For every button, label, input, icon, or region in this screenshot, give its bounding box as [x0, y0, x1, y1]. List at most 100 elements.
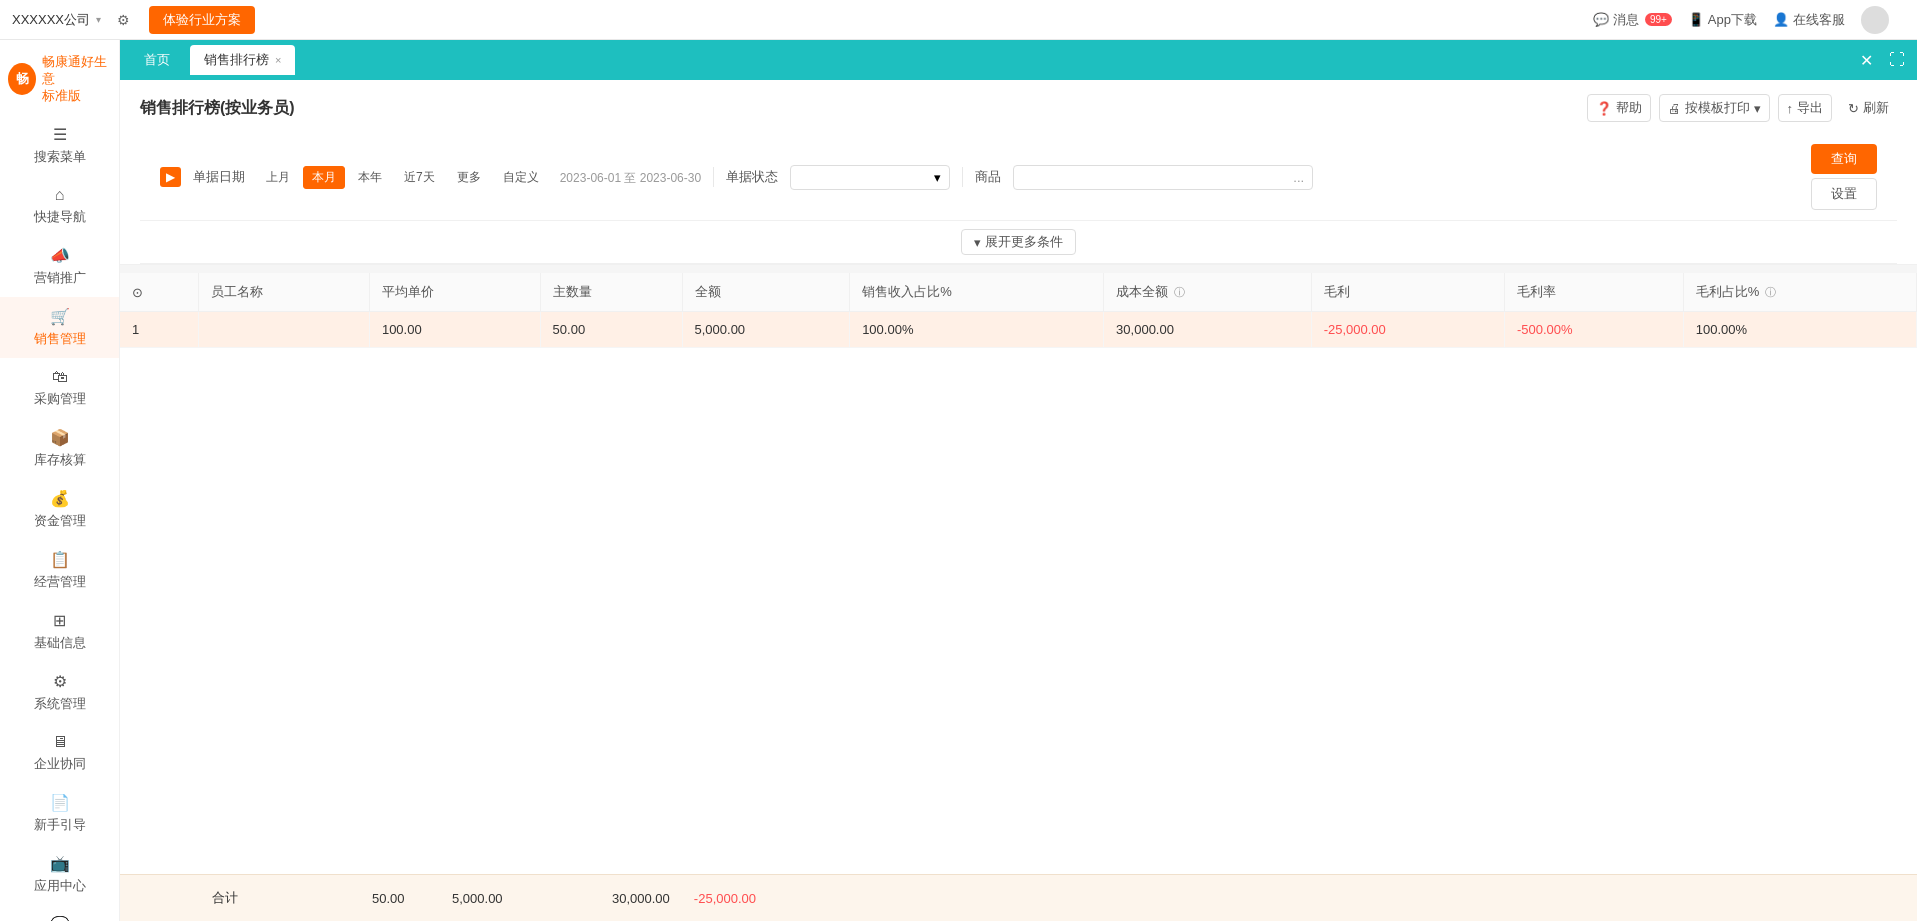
data-table: ⊙ 员工名称 平均单价 主数量 全额 [120, 273, 1917, 348]
company-chevron-icon: ▾ [96, 14, 101, 25]
marketing-icon: 📣 [50, 246, 70, 265]
app-download-button[interactable]: 📱 App下载 [1688, 11, 1757, 29]
col-gross[interactable]: 毛利 [1311, 273, 1504, 312]
help-button[interactable]: ❓ 帮助 [1587, 94, 1651, 122]
footer-avg-price [280, 892, 360, 904]
company-selector[interactable]: XXXXXX公司 ▾ [12, 11, 101, 29]
col-sales-pct[interactable]: 销售收入占比% [850, 273, 1104, 312]
print-button[interactable]: 🖨 按模板打印 ▾ [1659, 94, 1770, 122]
trial-button[interactable]: 体验行业方案 [149, 6, 255, 34]
basic-info-icon: ⊞ [53, 611, 66, 630]
sidebar-label-marketing: 营销推广 [34, 269, 86, 287]
col-qty[interactable]: 主数量 [540, 273, 682, 312]
purchase-icon: 🛍 [52, 368, 68, 386]
export-button[interactable]: ↑ 导出 [1778, 94, 1833, 122]
sidebar-item-guide[interactable]: 📄 新手引导 [0, 783, 119, 844]
goods-input[interactable]: ... [1013, 165, 1313, 190]
col-avg-price[interactable]: 平均单价 [369, 273, 540, 312]
goods-filter-label: 商品 [975, 168, 1001, 186]
tab-expand-icon[interactable]: ⛶ [1885, 47, 1909, 73]
inventory-icon: 📦 [50, 428, 70, 447]
date-btn-this-month[interactable]: 本月 [303, 166, 345, 189]
expand-chevron-icon: ▾ [974, 235, 981, 250]
tab-bar-actions: ✕ ⛶ [1856, 47, 1909, 74]
refresh-icon: ↻ [1848, 101, 1859, 116]
sidebar-item-marketing[interactable]: 📣 营销推广 [0, 236, 119, 297]
cell-rank: 1 [120, 312, 199, 348]
date-btn-more[interactable]: 更多 [448, 166, 490, 189]
tab-sales-ranking[interactable]: 销售排行榜 × [190, 45, 295, 75]
sidebar-item-search[interactable]: ☰ 搜索菜单 [0, 115, 119, 176]
cost-info-icon[interactable]: ⓘ [1174, 286, 1185, 298]
system-icon: ⚙ [53, 672, 67, 691]
tab-home[interactable]: 首页 [128, 40, 186, 80]
refresh-label: 刷新 [1863, 99, 1889, 117]
col-cost[interactable]: 成本全额 ⓘ [1104, 273, 1312, 312]
service-icon: 👤 [1773, 12, 1789, 27]
cell-cost: 30,000.00 [1104, 312, 1312, 348]
sidebar: 畅 畅康通好生意 标准版 ☰ 搜索菜单 ⌂ 快捷导航 📣 营销推广 🛒 销售管理… [0, 40, 120, 921]
table-wrap: ⊙ 员工名称 平均单价 主数量 全额 [120, 273, 1917, 874]
tab-close-all-icon[interactable]: ✕ [1856, 47, 1877, 74]
sidebar-label-guide: 新手引导 [34, 816, 86, 834]
sidebar-item-sales[interactable]: 🛒 销售管理 [0, 297, 119, 358]
sidebar-label-management: 经营管理 [34, 573, 86, 591]
sidebar-item-wechat[interactable]: 💬 企业微信 [0, 905, 119, 921]
sidebar-item-nav[interactable]: ⌂ 快捷导航 [0, 176, 119, 236]
export-icon: ↑ [1787, 101, 1794, 116]
expand-more-button[interactable]: ▾ 展开更多条件 [961, 229, 1076, 255]
tab-bar: 首页 销售排行榜 × ✕ ⛶ [120, 40, 1917, 80]
date-btn-this-year[interactable]: 本年 [349, 166, 391, 189]
footer-label: 合计 [200, 883, 280, 913]
sidebar-item-purchase[interactable]: 🛍 采购管理 [0, 358, 119, 418]
footer-empty-rank [120, 892, 200, 904]
cell-sales-pct: 100.00% [850, 312, 1104, 348]
col-amount[interactable]: 全额 [682, 273, 850, 312]
sales-icon: 🛒 [50, 307, 70, 326]
message-icon: 💬 [1593, 12, 1609, 27]
finance-icon: 💰 [50, 489, 70, 508]
message-button[interactable]: 💬 消息 99+ [1593, 11, 1672, 29]
wechat-icon: 💬 [50, 915, 70, 921]
sidebar-label-collab: 企业协同 [34, 755, 86, 773]
sidebar-item-inventory[interactable]: 📦 库存核算 [0, 418, 119, 479]
expand-more-label: 展开更多条件 [985, 233, 1063, 251]
footer-cost: 30,000.00 [600, 885, 682, 912]
gross-pct-info-icon[interactable]: ⓘ [1765, 286, 1776, 298]
sidebar-item-appstore[interactable]: 📺 应用中心 [0, 844, 119, 905]
sidebar-item-management[interactable]: 📋 经营管理 [0, 540, 119, 601]
date-filter-label: 单据日期 [193, 168, 245, 186]
sidebar-item-finance[interactable]: 💰 资金管理 [0, 479, 119, 540]
refresh-button[interactable]: ↻ 刷新 [1840, 95, 1897, 121]
export-label: 导出 [1797, 99, 1823, 117]
sidebar-item-collab[interactable]: 🖥 企业协同 [0, 723, 119, 783]
online-service-button[interactable]: 👤 在线客服 [1773, 11, 1845, 29]
sidebar-label-sales: 销售管理 [34, 330, 86, 348]
col-gross-rate[interactable]: 毛利率 [1504, 273, 1683, 312]
date-btn-7days[interactable]: 近7天 [395, 166, 444, 189]
sidebar-item-system[interactable]: ⚙ 系统管理 [0, 662, 119, 723]
footer-sales-pct [520, 892, 600, 904]
cell-qty: 50.00 [540, 312, 682, 348]
goods-more-icon[interactable]: ... [1293, 170, 1304, 185]
settings-icon[interactable]: ⚙ [109, 6, 137, 34]
query-button[interactable]: 查询 [1811, 144, 1877, 174]
avatar[interactable] [1861, 6, 1889, 34]
cell-amount: 5,000.00 [682, 312, 850, 348]
main-layout: 畅 畅康通好生意 标准版 ☰ 搜索菜单 ⌂ 快捷导航 📣 营销推广 🛒 销售管理… [0, 40, 1917, 921]
filter-expand-icon[interactable]: ▶ [160, 167, 181, 187]
date-btn-custom[interactable]: 自定义 [494, 166, 548, 189]
status-select[interactable]: ▾ [790, 165, 950, 190]
date-btn-prev-month[interactable]: 上月 [257, 166, 299, 189]
sidebar-label-inventory: 库存核算 [34, 451, 86, 469]
col-gross-pct[interactable]: 毛利占比% ⓘ [1683, 273, 1916, 312]
top-header: XXXXXX公司 ▾ ⚙ 体验行业方案 💬 消息 99+ 📱 App下载 👤 在… [0, 0, 1917, 40]
tab-close-icon[interactable]: × [275, 54, 281, 66]
search-menu-icon: ☰ [53, 125, 67, 144]
page-content: 销售排行榜(按业务员) ❓ 帮助 🖨 按模板打印 ▾ ↑ [120, 80, 1917, 921]
filter-divider [713, 167, 714, 187]
content-area: 首页 销售排行榜 × ✕ ⛶ 销售排行榜(按业务员) ❓ 帮助 [120, 40, 1917, 921]
sidebar-item-basic-info[interactable]: ⊞ 基础信息 [0, 601, 119, 662]
table-settings-button[interactable]: 设置 [1811, 178, 1877, 210]
logo-text: 畅康通好生意 标准版 [42, 54, 111, 105]
